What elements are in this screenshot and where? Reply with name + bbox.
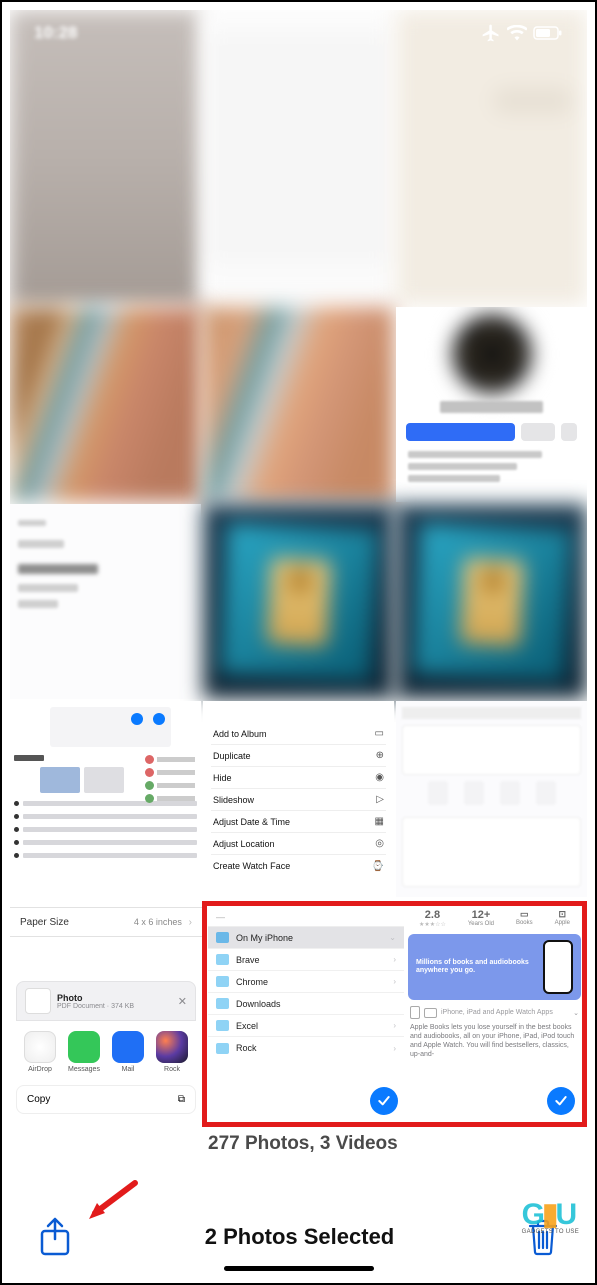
chevron-right-icon: › [186,917,192,928]
share-subtitle: PDF Document · 374 KB [57,1003,172,1010]
home-indicator[interactable] [224,1266,374,1271]
appstore-devices[interactable]: iPhone, iPad and Apple Watch Apps ⌄ [408,1000,581,1023]
photo-tile[interactable] [203,504,394,699]
paper-size-label: Paper Size [20,917,69,928]
selection-check-icon[interactable] [370,1087,398,1115]
photo-tile[interactable] [396,307,587,502]
selection-check-icon[interactable] [547,1087,575,1115]
share-button[interactable] [38,1217,72,1257]
action-add-to-album[interactable]: Add to Album▭ [211,723,386,745]
library-counts: 277 Photos, 3 Videos [208,1133,398,1155]
calendar-icon: ▦ [375,816,384,827]
share-app-rock[interactable]: Rock [156,1031,188,1073]
rock-icon [156,1031,188,1063]
files-panel: — On My iPhone⌄ Brave› Chrome› Downloads… [208,907,404,1059]
chevron-right-icon: › [393,1021,396,1030]
photo-tile[interactable]: Add to Album▭ Duplicate⊕ Hide◉ Slideshow… [203,701,394,897]
photo-tile[interactable] [396,504,587,699]
status-bar: 10:28 [10,10,587,56]
watch-icon: ⌚ [372,861,384,872]
files-section-prev: — [208,907,404,927]
action-adjust-date[interactable]: Adjust Date & Time▦ [211,811,386,833]
mail-icon [112,1031,144,1063]
watermark: G▮U GADGETS TO USE [522,1197,579,1235]
stat-rating: 2.8★★★☆☆ [419,909,446,928]
airdrop-icon [24,1031,56,1063]
photo-tile[interactable] [396,701,587,897]
share-thumbnail [25,988,51,1014]
status-icons [481,23,563,43]
chevron-right-icon: › [393,977,396,986]
action-hide[interactable]: Hide◉ [211,767,386,789]
photo-tile[interactable] [10,307,201,502]
copy-icon: ⧉ [178,1094,185,1105]
share-app-mail[interactable]: Mail [112,1031,144,1073]
appstore-stats: 2.8★★★☆☆ 12+Years Old ▭Books ⊡Apple [408,907,581,934]
action-slideshow[interactable]: Slideshow▷ [211,789,386,811]
share-app-airdrop[interactable]: AirDrop [24,1031,56,1073]
chevron-down-icon: ⌄ [389,933,396,942]
selection-count: 2 Photos Selected [205,1224,395,1250]
chevron-right-icon: › [393,955,396,964]
share-app-messages[interactable]: Messages [68,1031,100,1073]
wifi-icon [507,25,527,41]
copy-action[interactable]: Copy ⧉ [16,1085,196,1114]
appstore-panel: 2.8★★★☆☆ 12+Years Old ▭Books ⊡Apple Mill… [408,907,581,1059]
photo-tile[interactable] [10,701,201,897]
files-item-brave[interactable]: Brave› [208,949,404,971]
files-item-excel[interactable]: Excel› [208,1015,404,1037]
files-root[interactable]: On My iPhone⌄ [208,927,404,949]
play-icon: ▷ [376,794,384,805]
files-item-downloads[interactable]: Downloads [208,993,404,1015]
photo-tile[interactable] [10,504,201,699]
photo-grid[interactable]: Add to Album▭ Duplicate⊕ Hide◉ Slideshow… [10,10,587,897]
photo-tile[interactable] [203,307,394,502]
paper-size-row[interactable]: Paper Size 4 x 6 inches › [10,907,202,937]
close-icon[interactable]: ✕ [178,995,187,1008]
paper-size-value: 4 x 6 inches [134,917,182,927]
share-sheet: Photo PDF Document · 374 KB ✕ AirDrop Me… [16,981,196,1114]
action-duplicate[interactable]: Duplicate⊕ [211,745,386,767]
chevron-right-icon: › [393,1044,396,1053]
annotation-arrow-icon [83,1179,143,1223]
airplane-icon [481,23,501,43]
appstore-banner: Millions of books and audiobooks anywher… [408,934,581,1000]
action-adjust-location[interactable]: Adjust Location◎ [211,833,386,855]
share-title: Photo [57,993,172,1003]
phone-mock-icon [543,940,573,994]
stat-category: ▭Books [516,909,533,928]
files-item-chrome[interactable]: Chrome› [208,971,404,993]
battery-icon [533,26,563,40]
appstore-description: Apple Books lets you lose yourself in th… [408,1023,581,1059]
status-time: 10:28 [34,23,77,43]
plus-icon: ⊕ [376,750,384,761]
action-watch-face[interactable]: Create Watch Face⌚ [211,855,386,877]
pin-icon: ◎ [375,838,384,849]
stat-developer: ⊡Apple [555,909,570,928]
files-item-rock[interactable]: Rock› [208,1037,404,1059]
eye-icon: ◉ [375,772,384,783]
stat-age: 12+Years Old [468,909,494,928]
bottom-area: Paper Size 4 x 6 inches › Photo PDF Docu… [10,901,587,1275]
album-icon: ▭ [375,728,384,739]
messages-icon [68,1031,100,1063]
chevron-down-icon: ⌄ [573,1009,579,1017]
share-header: Photo PDF Document · 374 KB ✕ [16,981,196,1021]
